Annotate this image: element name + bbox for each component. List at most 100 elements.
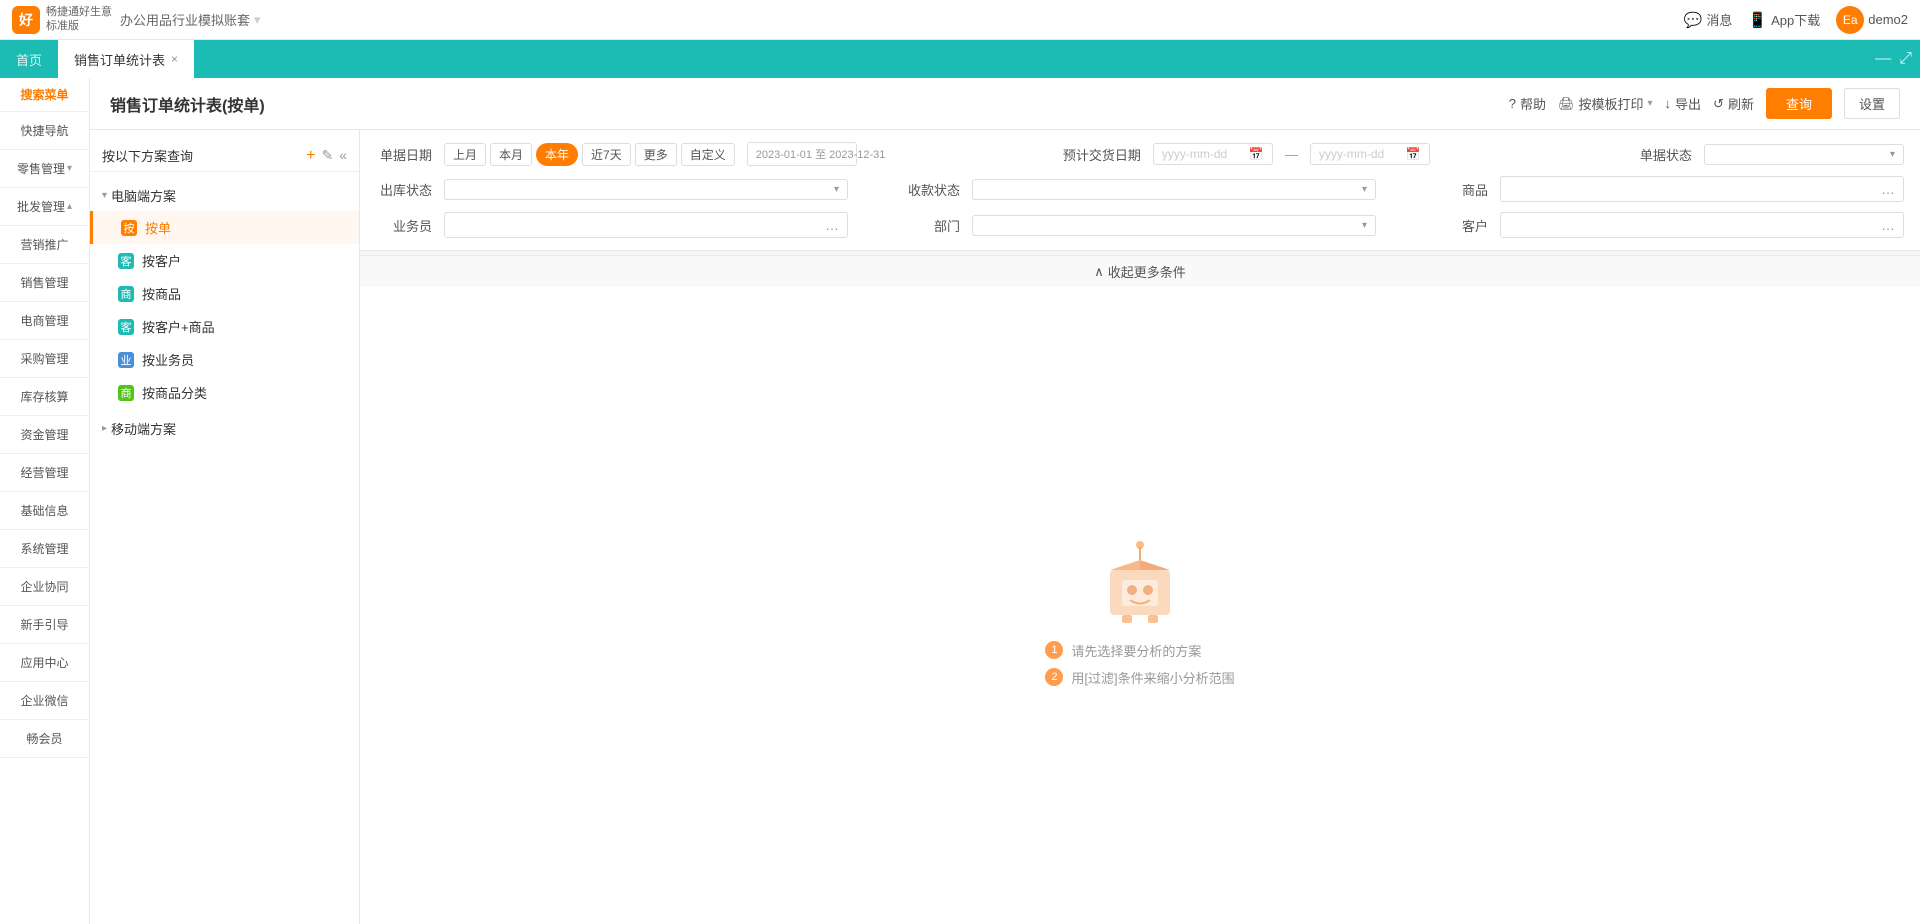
date-label: 单据日期: [376, 145, 432, 164]
page-title: 销售订单统计表(按单): [110, 92, 265, 126]
tab-active[interactable]: 销售订单统计表 ×: [58, 40, 194, 78]
sidebar-item-member[interactable]: 畅会员: [0, 720, 89, 758]
sidebar-item-retail[interactable]: 零售管理 ▾: [0, 150, 89, 188]
dept-label: 部门: [904, 216, 960, 235]
sidebar-item-guide[interactable]: 新手引导: [0, 606, 89, 644]
edit-plan-icon[interactable]: ✎: [321, 147, 333, 165]
settings-button[interactable]: 设置: [1844, 88, 1900, 119]
last-month-btn[interactable]: 上月: [444, 143, 486, 166]
plan-item-by-category[interactable]: 商 按商品分类: [90, 376, 359, 409]
sidebar-item-ecommerce[interactable]: 电商管理: [0, 302, 89, 340]
plan-group-mobile[interactable]: ▸ 移动端方案: [90, 413, 359, 444]
sidebar-item-quick-nav[interactable]: 快捷导航: [0, 112, 89, 150]
plan-item-by-goods[interactable]: 商 按商品: [90, 277, 359, 310]
ship-status-label: 出库状态: [376, 180, 432, 199]
plan-item-by-order[interactable]: 按 按单: [90, 211, 359, 244]
main-layout: 搜索菜单 快捷导航 零售管理 ▾ 批发管理 ▴ 营销推广 销售管理 电商管理 采…: [0, 78, 1920, 924]
sidebar-item-basic-info[interactable]: 基础信息: [0, 492, 89, 530]
plan-item-by-customer[interactable]: 客 按客户: [90, 244, 359, 277]
expand-icon: ▾: [67, 163, 72, 174]
tab-bar-right: — ⤢: [1875, 50, 1920, 68]
sidebar-item-sales[interactable]: 销售管理: [0, 264, 89, 302]
right-panel: 单据日期 上月 本月 本年 近7天 更多 自定义 2023-01-01 至 20…: [360, 130, 1920, 924]
app-download-button[interactable]: 📱 App下载: [1748, 10, 1820, 29]
tab-close-icon[interactable]: ×: [171, 52, 178, 66]
plan-item-by-salesperson[interactable]: 业 按业务员: [90, 343, 359, 376]
left-panel-header: 按以下方案查询 + ✎ «: [90, 140, 359, 172]
message-button[interactable]: 💬 消息: [1684, 10, 1733, 29]
page-header: 销售订单统计表(按单) ? 帮助 🖨 按模板打印 ▾ ↓ 导出 ↺ 刷新: [90, 78, 1920, 130]
sidebar-item-app-center[interactable]: 应用中心: [0, 644, 89, 682]
more-options-icon[interactable]: …: [825, 217, 839, 233]
empty-illustration: [1080, 525, 1200, 625]
minimize-icon[interactable]: —: [1875, 50, 1891, 68]
export-button[interactable]: ↓ 导出: [1665, 94, 1702, 113]
sidebar-item-purchase[interactable]: 采购管理: [0, 340, 89, 378]
sidebar-search[interactable]: 搜索菜单: [0, 78, 89, 112]
customer-label: 客户: [1432, 216, 1488, 235]
collapse-panel-icon[interactable]: «: [339, 147, 347, 165]
sidebar-item-enterprise[interactable]: 企业协同: [0, 568, 89, 606]
ship-status-select[interactable]: ▾: [444, 179, 848, 200]
sidebar: 搜索菜单 快捷导航 零售管理 ▾ 批发管理 ▴ 营销推广 销售管理 电商管理 采…: [0, 78, 90, 924]
refresh-button[interactable]: ↺ 刷新: [1713, 94, 1754, 113]
expected-date-end[interactable]: yyyy-mm-dd 📅: [1310, 143, 1430, 165]
more-btn[interactable]: 更多: [635, 143, 677, 166]
main-content: 按以下方案查询 + ✎ « ▾ 电脑端方案 按 按单: [90, 130, 1920, 924]
maximize-icon[interactable]: ⤢: [1899, 50, 1912, 68]
plan-item-by-customer-goods[interactable]: 客 按客户+商品: [90, 310, 359, 343]
left-panel: 按以下方案查询 + ✎ « ▾ 电脑端方案 按 按单: [90, 130, 360, 924]
left-panel-icons: + ✎ «: [306, 147, 347, 165]
salesperson-label: 业务员: [376, 216, 432, 235]
sidebar-item-system[interactable]: 系统管理: [0, 530, 89, 568]
filter-row-2: 出库状态 ▾ 收款状态 ▾ 商品: [376, 176, 1904, 202]
empty-tips: 1 请先选择要分析的方案 2 用[过滤]条件来缩小分析范围: [1045, 641, 1234, 687]
date-quick-buttons: 上月 本月 本年 近7天 更多 自定义: [444, 143, 735, 166]
salesperson-select[interactable]: …: [444, 212, 848, 238]
add-plan-icon[interactable]: +: [306, 147, 315, 165]
collapse-more-btn[interactable]: ∧ 收起更多条件: [360, 255, 1920, 287]
empty-state: 1 请先选择要分析的方案 2 用[过滤]条件来缩小分析范围: [360, 287, 1920, 924]
chevron-down-icon: ▾: [1890, 149, 1895, 160]
last7-btn[interactable]: 近7天: [582, 143, 631, 166]
dept-select[interactable]: ▾: [972, 215, 1376, 236]
top-bar-left: 好 畅捷通好生意 标准版 办公用品行业模拟账套 ▾: [12, 6, 261, 34]
breadcrumb[interactable]: 办公用品行业模拟账套 ▾: [120, 10, 261, 29]
doc-status-select[interactable]: ▾: [1704, 144, 1904, 165]
more-options-icon[interactable]: …: [1881, 217, 1895, 233]
sidebar-item-wholesale[interactable]: 批发管理 ▴: [0, 188, 89, 226]
sidebar-item-wechat[interactable]: 企业微信: [0, 682, 89, 720]
chevron-down-icon: ▾: [1362, 184, 1367, 195]
more-options-icon[interactable]: …: [1881, 181, 1895, 197]
plan-group-pc[interactable]: ▾ 电脑端方案: [90, 180, 359, 211]
date-range: 2023-01-01 至 2023-12-31: [747, 142, 857, 166]
top-bar-right: 💬 消息 📱 App下载 Ea demo2: [1684, 6, 1908, 34]
empty-tip-1: 1 请先选择要分析的方案: [1045, 641, 1234, 660]
logo-text: 畅捷通好生意 标准版: [46, 6, 112, 32]
query-button[interactable]: 查询: [1766, 88, 1832, 119]
expected-date-label: 预计交货日期: [1063, 145, 1141, 164]
page-header-actions: ? 帮助 🖨 按模板打印 ▾ ↓ 导出 ↺ 刷新 查询 设置: [1509, 88, 1900, 129]
user-avatar[interactable]: Ea demo2: [1836, 6, 1908, 34]
this-month-btn[interactable]: 本月: [490, 143, 532, 166]
expected-date-start[interactable]: yyyy-mm-dd 📅: [1153, 143, 1273, 165]
collect-status-select[interactable]: ▾: [972, 179, 1376, 200]
date-start-input[interactable]: 2023-01-01 至 2023-12-31: [747, 142, 857, 166]
sidebar-item-marketing[interactable]: 营销推广: [0, 226, 89, 264]
logo-icon: 好: [12, 6, 40, 34]
plan-icon-salesperson: 业: [118, 352, 134, 368]
sidebar-item-operations[interactable]: 经营管理: [0, 454, 89, 492]
print-button[interactable]: 🖨 按模板打印 ▾: [1558, 94, 1653, 113]
customer-select[interactable]: …: [1500, 212, 1904, 238]
chevron-down-icon: ▾: [1362, 220, 1367, 231]
goods-select[interactable]: …: [1500, 176, 1904, 202]
plan-section-pc: ▾ 电脑端方案 按 按单 客 按客户 商 按商品: [90, 176, 359, 413]
custom-btn[interactable]: 自定义: [681, 143, 735, 166]
tab-home[interactable]: 首页: [0, 40, 58, 78]
sidebar-item-finance[interactable]: 资金管理: [0, 416, 89, 454]
plan-icon-category: 商: [118, 385, 134, 401]
logo-area: 好 畅捷通好生意 标准版: [12, 6, 112, 34]
help-button[interactable]: ? 帮助: [1509, 94, 1546, 113]
sidebar-item-inventory[interactable]: 库存核算: [0, 378, 89, 416]
this-year-btn[interactable]: 本年: [536, 143, 578, 166]
